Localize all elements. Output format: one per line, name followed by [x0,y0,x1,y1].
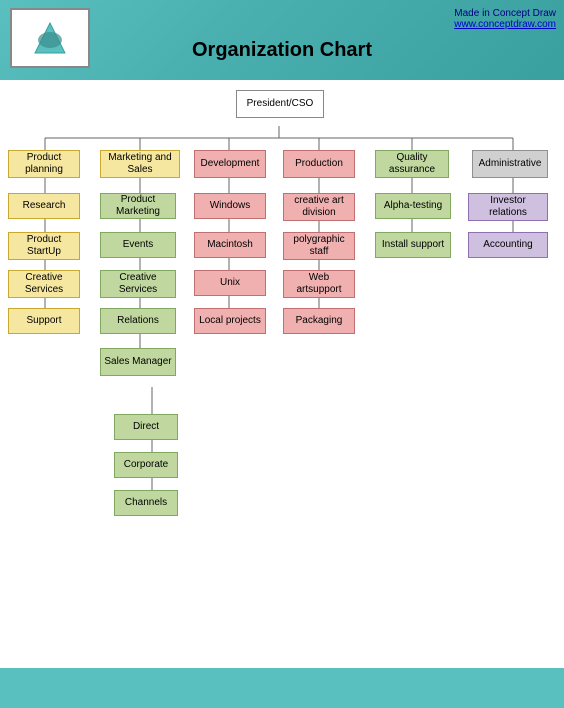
product-planning-box: Product planning [8,150,80,178]
creative-art-division-box: creative art division [283,193,355,221]
windows-box: Windows [194,193,266,219]
install-support-box: Install support [375,232,451,258]
local-projects-box: Local projects [194,308,266,334]
creative-services-right-box: Creative Services [100,270,176,298]
direct-box: Direct [114,414,178,440]
org-chart-content: President/CSO Product planning Marketing… [0,80,564,668]
research-box: Research [8,193,80,219]
product-startup-box: Product StartUp [8,232,80,260]
brand-text: Made in Concept Draw www.conceptdraw.com [454,8,556,30]
quality-assurance-box: Quality assurance [375,150,449,178]
sales-manager-box: Sales Manager [100,348,176,376]
relations-box: Relations [100,308,176,334]
product-marketing-box: Product Marketing [100,193,176,219]
unix-box: Unix [194,270,266,296]
title-area: Organization Chart [192,19,372,62]
alpha-testing-box: Alpha-testing [375,193,451,219]
macintosh-box: Macintosh [194,232,266,258]
footer [0,668,564,708]
marketing-sales-box: Marketing and Sales [100,150,180,178]
investor-relations-box: Investor relations [468,193,548,221]
packaging-box: Packaging [283,308,355,334]
header: Made in Concept Draw www.conceptdraw.com… [0,0,564,80]
production-box: Production [283,150,355,178]
logo [10,8,90,68]
president-box: President/CSO [236,90,324,118]
events-box: Events [100,232,176,258]
administrative-box: Administrative [472,150,548,178]
accounting-box: Accounting [468,232,548,258]
chart-title: Organization Chart [192,39,372,62]
creative-services-left-box: Creative Services [8,270,80,298]
polygraphic-staff-box: polygraphic staff [283,232,355,260]
support-box: Support [8,308,80,334]
development-box: Development [194,150,266,178]
corporate-box: Corporate [114,452,178,478]
channels-box: Channels [114,490,178,516]
web-artsupport-box: Web artsupport [283,270,355,298]
